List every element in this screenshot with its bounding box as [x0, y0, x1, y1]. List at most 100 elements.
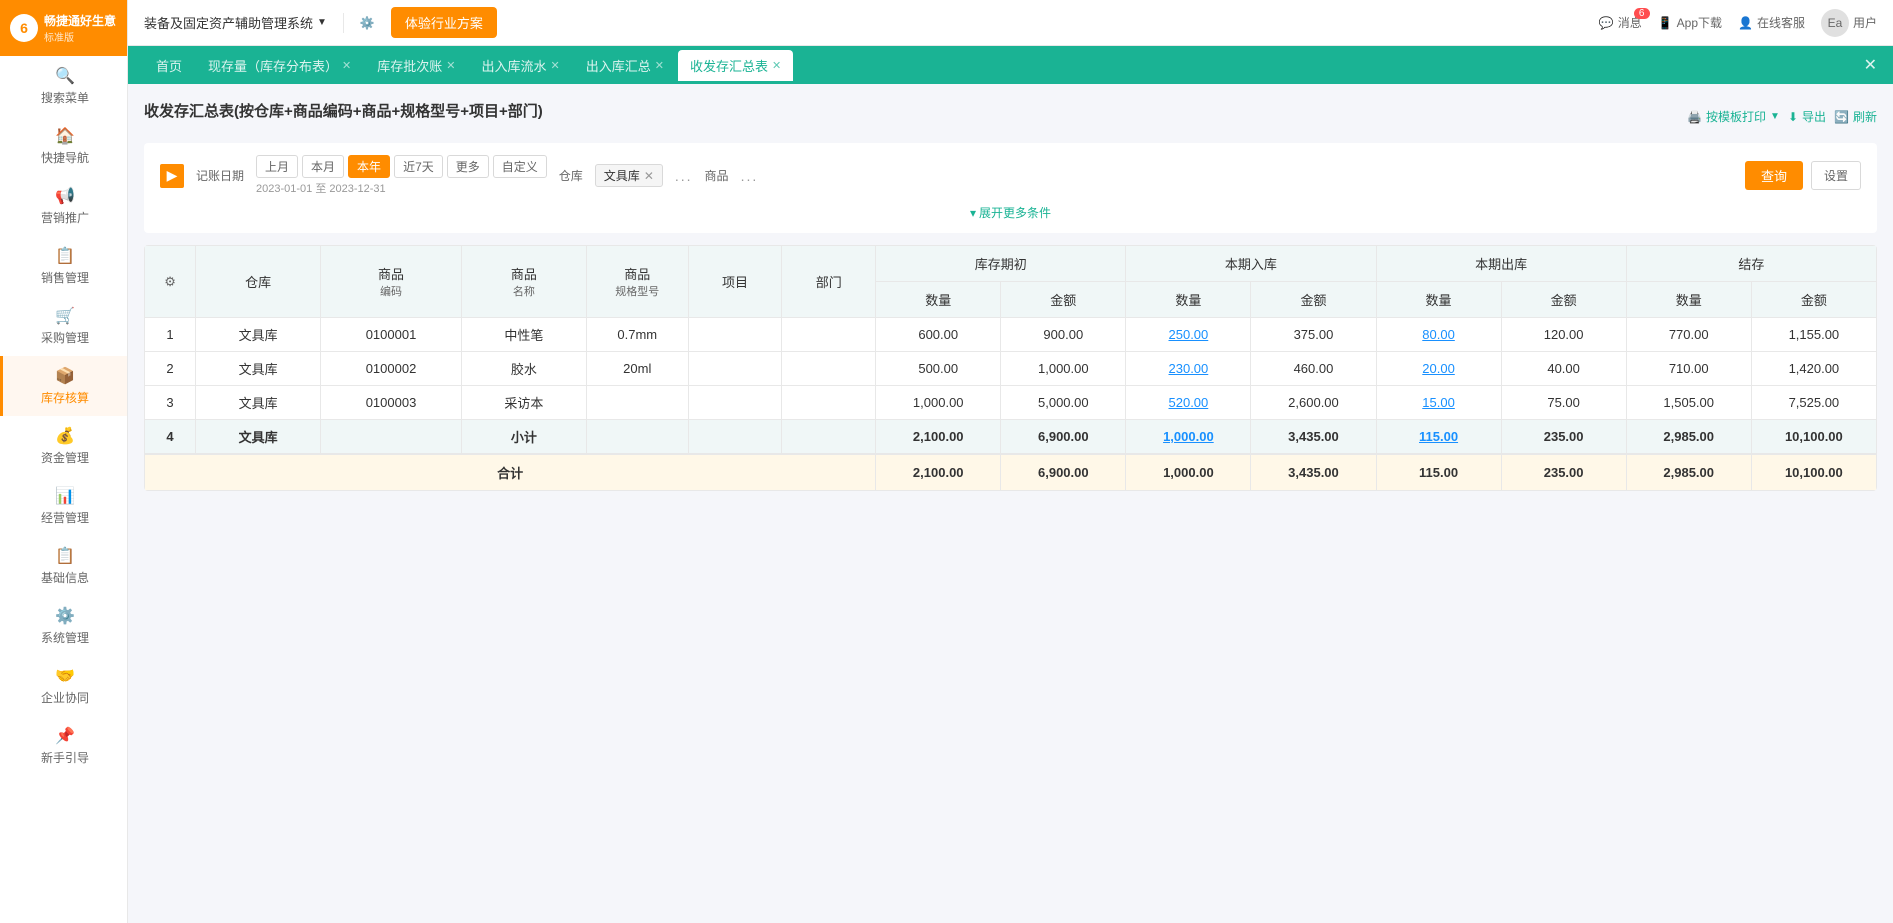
sidebar-item-operation[interactable]: 📊 经营管理 — [0, 476, 127, 536]
sidebar-item-search[interactable]: 🔍 搜索菜单 — [0, 56, 127, 116]
date-label: 记账日期 — [196, 167, 244, 184]
tab-summary[interactable]: 出入库汇总 ✕ — [574, 50, 676, 81]
row-open-amt: 900.00 — [1001, 318, 1126, 352]
avatar-text: Ea — [1828, 16, 1843, 30]
sidebar-item-marketing[interactable]: 📢 营销推广 — [0, 176, 127, 236]
in-qty-link[interactable]: 1,000.00 — [1163, 429, 1214, 444]
row-in-qty[interactable]: 230.00 — [1126, 352, 1251, 386]
gear-settings[interactable]: ⚙️ — [360, 16, 375, 30]
col-warehouse: 仓库 — [196, 246, 321, 318]
out-qty-link[interactable]: 115.00 — [1419, 429, 1458, 444]
footer-in-amt: 3,435.00 — [1251, 454, 1376, 491]
filter-row-main: ▶ 记账日期 上月 本月 本年 近7天 更多 自定义 2023-01-01 至 … — [160, 155, 1861, 196]
row-in-qty[interactable]: 1,000.00 — [1126, 420, 1251, 455]
row-out-qty[interactable]: 115.00 — [1376, 420, 1501, 455]
row-out-qty[interactable]: 80.00 — [1376, 318, 1501, 352]
query-btn[interactable]: 查询 — [1745, 161, 1803, 190]
footer-out-qty: 115.00 — [1376, 454, 1501, 491]
sidebar-item-basic[interactable]: 📋 基础信息 — [0, 536, 127, 596]
in-qty-link[interactable]: 520.00 — [1169, 395, 1209, 410]
sidebar-item-guide[interactable]: 📌 新手引导 — [0, 716, 127, 776]
row-close-amt: 1,155.00 — [1751, 318, 1876, 352]
col-opening-qty: 数量 — [876, 282, 1001, 318]
row-in-qty[interactable]: 520.00 — [1126, 386, 1251, 420]
print-btn[interactable]: 🖨️ 按模板打印 ▼ — [1687, 108, 1780, 125]
sidebar-item-purchase[interactable]: 🛒 采购管理 — [0, 296, 127, 356]
online-service-action[interactable]: 👤 在线客服 — [1738, 14, 1805, 31]
filter-expand-btn[interactable]: ▾ 展开更多条件 — [970, 204, 1051, 221]
footer-open-amt: 6,900.00 — [1001, 454, 1126, 491]
table-row: 1 文具库 0100001 中性笔 0.7mm 600.00 900.00 25… — [145, 318, 1877, 352]
tab-inventory-dist-close[interactable]: ✕ — [342, 59, 351, 72]
out-qty-link[interactable]: 15.00 — [1422, 395, 1455, 410]
sidebar-item-system[interactable]: ⚙️ 系统管理 — [0, 596, 127, 656]
tab-inventory-dist[interactable]: 现存量（库存分布表） ✕ — [196, 50, 363, 81]
tab-flow[interactable]: 出入库流水 ✕ — [469, 50, 571, 81]
export-btn[interactable]: ⬇ 导出 — [1788, 108, 1826, 125]
col-out-qty: 数量 — [1376, 282, 1501, 318]
tab-home[interactable]: 首页 — [144, 50, 194, 81]
warehouse-label: 仓库 — [559, 167, 583, 184]
goods-more[interactable]: ... — [741, 168, 759, 184]
out-qty-link[interactable]: 20.00 — [1422, 361, 1455, 376]
row-name: 胶水 — [461, 352, 586, 386]
main-content: 装备及固定资产辅助管理系统 ▼ ⚙️ 体验行业方案 💬 消息 6 📱 App下载… — [128, 0, 1893, 923]
row-dept — [782, 352, 876, 386]
row-dept — [782, 386, 876, 420]
row-out-qty[interactable]: 20.00 — [1376, 352, 1501, 386]
tab-recv-summary-close[interactable]: ✕ — [772, 59, 781, 72]
sidebar-item-quick-nav[interactable]: 🏠 快捷导航 — [0, 116, 127, 176]
warehouse-more[interactable]: ... — [675, 168, 693, 184]
date-btn-this-month[interactable]: 本月 — [302, 155, 344, 178]
row-dept — [782, 420, 876, 455]
footer-close-amt: 10,100.00 — [1751, 454, 1876, 491]
col-closing-qty: 数量 — [1626, 282, 1751, 318]
sidebar-item-sales[interactable]: 📋 销售管理 — [0, 236, 127, 296]
refresh-btn[interactable]: 🔄 刷新 — [1834, 108, 1877, 125]
date-btn-this-year[interactable]: 本年 — [348, 155, 390, 178]
row-no: 4 — [145, 420, 196, 455]
warehouse-tag-close[interactable]: ✕ — [644, 169, 654, 183]
system-title-dropdown[interactable]: 装备及固定资产辅助管理系统 ▼ — [144, 13, 327, 32]
row-project — [688, 386, 782, 420]
table-settings-col[interactable]: ⚙ — [145, 246, 196, 318]
tab-summary-close[interactable]: ✕ — [655, 59, 664, 72]
row-warehouse: 文具库 — [196, 318, 321, 352]
settings-btn[interactable]: 设置 — [1811, 161, 1861, 190]
try-btn[interactable]: 体验行业方案 — [391, 7, 497, 38]
row-in-qty[interactable]: 250.00 — [1126, 318, 1251, 352]
tabs-close-all[interactable]: ✕ — [1864, 55, 1877, 75]
filter-expand-label: 展开更多条件 — [979, 204, 1051, 221]
tab-batch[interactable]: 库存批次账 ✕ — [365, 50, 467, 81]
marketing-icon: 📢 — [55, 186, 75, 206]
date-btn-custom[interactable]: 自定义 — [493, 155, 547, 178]
app-download-action[interactable]: 📱 App下载 — [1658, 14, 1722, 31]
tab-recv-summary[interactable]: 收发存汇总表 ✕ — [678, 50, 793, 81]
row-open-amt: 1,000.00 — [1001, 352, 1126, 386]
tab-batch-close[interactable]: ✕ — [446, 59, 455, 72]
sidebar-item-finance[interactable]: 💰 资金管理 — [0, 416, 127, 476]
row-close-amt: 1,420.00 — [1751, 352, 1876, 386]
sidebar-logo: 6 畅捷通好生意 标准版 — [0, 0, 127, 56]
in-qty-link[interactable]: 250.00 — [1169, 327, 1209, 342]
row-close-amt: 7,525.00 — [1751, 386, 1876, 420]
date-btn-last-month[interactable]: 上月 — [256, 155, 298, 178]
out-qty-link[interactable]: 80.00 — [1422, 327, 1455, 342]
date-btn-7days[interactable]: 近7天 — [394, 155, 443, 178]
system-title: 装备及固定资产辅助管理系统 — [144, 13, 313, 32]
dropdown-icon: ▼ — [317, 17, 327, 28]
user-action[interactable]: Ea 用户 — [1821, 9, 1877, 37]
row-close-qty: 770.00 — [1626, 318, 1751, 352]
col-in-amt: 金额 — [1251, 282, 1376, 318]
tab-flow-close[interactable]: ✕ — [551, 59, 560, 72]
sidebar-item-inventory[interactable]: 📦 库存核算 — [0, 356, 127, 416]
date-btn-more[interactable]: 更多 — [447, 155, 489, 178]
logo-text: 畅捷通好生意 标准版 — [44, 12, 116, 44]
row-project — [688, 352, 782, 386]
sidebar-item-enterprise[interactable]: 🤝 企业协同 — [0, 656, 127, 716]
row-out-qty[interactable]: 15.00 — [1376, 386, 1501, 420]
row-code: 0100001 — [321, 318, 462, 352]
filter-expand-icon[interactable]: ▶ — [160, 164, 184, 188]
messages-action[interactable]: 💬 消息 6 — [1599, 14, 1642, 31]
in-qty-link[interactable]: 230.00 — [1169, 361, 1209, 376]
